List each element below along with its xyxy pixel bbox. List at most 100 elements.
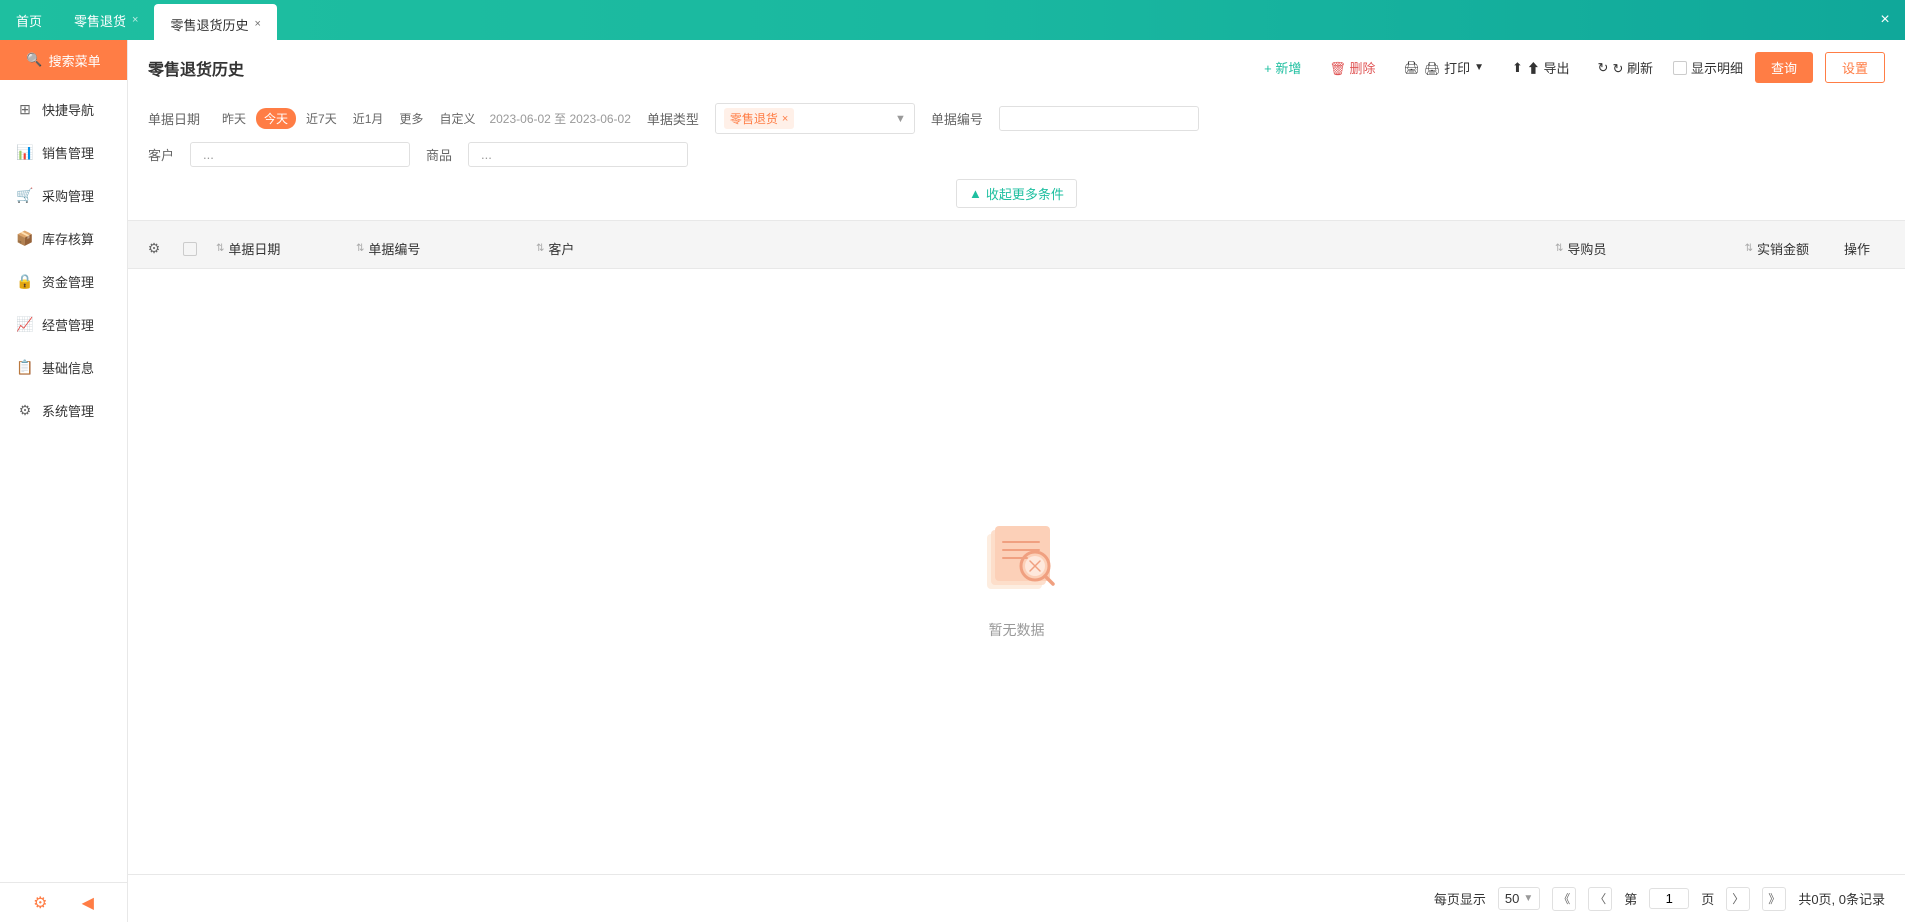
prev-page-button[interactable]: 〈	[1588, 887, 1612, 911]
filter-row-2: 客户 ... 商品 ...	[148, 142, 1885, 167]
sidebar: 🔍 搜索菜单 ⊞ 快捷导航 📊 销售管理 🛒 采购管理 📦 库存核算 🔒	[0, 40, 128, 922]
tab-retail-return[interactable]: 零售退货 ×	[58, 0, 154, 40]
search-icon: 🔍	[26, 52, 42, 68]
top-bar: 首页 零售退货 × 零售退货历史 × ×	[0, 0, 1905, 40]
sort-icon-customer: ⇅	[536, 243, 544, 254]
sidebar-item-finance-label: 资金管理	[42, 272, 94, 291]
sidebar-search-label: 搜索菜单	[49, 51, 101, 70]
th-docnum[interactable]: ⇅ 单据编号	[348, 239, 528, 258]
sidebar-item-purchase-mgmt[interactable]: 🛒 采购管理	[0, 174, 127, 217]
sidebar-item-purchase-mgmt-label: 采购管理	[42, 186, 94, 205]
type-tag-close[interactable]: ×	[782, 113, 788, 125]
main-layout: 🔍 搜索菜单 ⊞ 快捷导航 📊 销售管理 🛒 采购管理 📦 库存核算 🔒	[0, 40, 1905, 922]
show-detail-wrap: 显示明细	[1673, 58, 1743, 77]
table-select-all[interactable]	[172, 242, 208, 256]
settings-bottom-icon[interactable]: ⚙	[33, 893, 47, 913]
print-dropdown-icon: ▼	[1474, 62, 1484, 73]
per-page-label: 每页显示	[1434, 889, 1486, 908]
type-filter-select[interactable]: 零售退货 × ▼	[715, 103, 915, 134]
finance-icon: 🔒	[16, 273, 34, 291]
tab-retail-return-close[interactable]: ×	[132, 14, 138, 26]
page-unit: 页	[1701, 889, 1714, 908]
th-guide[interactable]: ⇅ 导购员	[1547, 239, 1697, 258]
th-docnum-label: 单据编号	[368, 239, 420, 258]
page-header: 零售退货历史 + 新增 🗑 删除 🖨 🖨 打印 ▼ ⬆ ⬆ 导出 ↻	[128, 40, 1905, 221]
date-btn-1month[interactable]: 近1月	[347, 108, 390, 129]
date-btn-custom[interactable]: 自定义	[433, 108, 481, 129]
print-icon: 🖨	[1403, 60, 1420, 76]
delete-button[interactable]: 🗑 删除	[1321, 54, 1383, 81]
table-settings-icon[interactable]: ⚙	[136, 240, 172, 257]
page-number-input[interactable]	[1649, 888, 1689, 909]
print-label: 🖨 打印	[1424, 58, 1470, 77]
date-btn-more[interactable]: 更多	[393, 108, 429, 129]
sidebar-item-system-mgmt-label: 系统管理	[42, 401, 94, 420]
date-btn-yesterday[interactable]: 昨天	[216, 108, 252, 129]
sidebar-item-operations[interactable]: 📈 经营管理	[0, 303, 127, 346]
collapse-label: 收起更多条件	[986, 184, 1064, 203]
refresh-label: ↻ 刷新	[1612, 58, 1653, 77]
per-page-select[interactable]: 50 ▼	[1498, 887, 1540, 910]
collapse-sidebar-icon[interactable]: ◀	[82, 893, 94, 913]
sidebar-item-basic-info-label: 基础信息	[42, 358, 94, 377]
date-range-display: 2023-06-02 至 2023-06-02	[489, 110, 630, 127]
tab-retail-return-history-close[interactable]: ×	[254, 18, 260, 30]
collapse-button[interactable]: ▲ 收起更多条件	[956, 179, 1077, 208]
settings-button[interactable]: 设置	[1825, 52, 1885, 83]
export-button[interactable]: ⬆ ⬆ 导出	[1504, 54, 1578, 81]
sidebar-item-system-mgmt[interactable]: ⚙ 系统管理	[0, 389, 127, 432]
refresh-button[interactable]: ↻ ↻ 刷新	[1590, 54, 1661, 81]
first-page-button[interactable]: 《	[1552, 887, 1576, 911]
sidebar-item-sales-mgmt-label: 销售管理	[42, 143, 94, 162]
tab-retail-return-history[interactable]: 零售退货历史 ×	[154, 4, 276, 44]
new-button[interactable]: + 新增	[1256, 54, 1309, 81]
sidebar-item-finance[interactable]: 🔒 资金管理	[0, 260, 127, 303]
type-filter-label: 单据类型	[647, 109, 699, 128]
sidebar-item-sales-mgmt[interactable]: 📊 销售管理	[0, 131, 127, 174]
tab-home-label: 首页	[16, 11, 42, 30]
th-action-label: 操作	[1844, 239, 1870, 258]
th-date[interactable]: ⇅ 单据日期	[208, 239, 348, 258]
query-button[interactable]: 查询	[1755, 52, 1813, 83]
goods-filter-select[interactable]: ...	[468, 142, 688, 167]
last-page-button[interactable]: 》	[1762, 887, 1786, 911]
customer-filter-select[interactable]: ...	[190, 142, 410, 167]
print-button[interactable]: 🖨 🖨 打印 ▼	[1395, 54, 1492, 81]
page-title-bar: 零售退货历史 + 新增 🗑 删除 🖨 🖨 打印 ▼ ⬆ ⬆ 导出 ↻	[148, 52, 1885, 83]
sidebar-item-basic-info[interactable]: 📋 基础信息	[0, 346, 127, 389]
goods-ellipsis: ...	[477, 147, 496, 162]
th-amount-label: 实销金额	[1757, 239, 1809, 258]
basic-info-icon: 📋	[16, 359, 34, 377]
inventory-icon: 📦	[16, 230, 34, 248]
next-page-button[interactable]: 〉	[1726, 887, 1750, 911]
th-amount[interactable]: ⇅ 实销金额	[1697, 239, 1817, 258]
sales-mgmt-icon: 📊	[16, 144, 34, 162]
collapse-icon: ▲	[969, 186, 982, 201]
per-page-arrow-icon: ▼	[1523, 893, 1533, 904]
type-tag-label: 零售退货	[730, 110, 778, 127]
sort-icon-date: ⇅	[216, 243, 224, 254]
purchase-mgmt-icon: 🛒	[16, 187, 34, 205]
docnum-filter-input[interactable]	[999, 106, 1199, 131]
goods-filter-label: 商品	[426, 145, 452, 164]
refresh-icon: ↻	[1598, 60, 1609, 76]
select-all-checkbox[interactable]	[183, 242, 197, 256]
sidebar-item-inventory[interactable]: 📦 库存核算	[0, 217, 127, 260]
type-select-arrow-icon: ▼	[895, 113, 906, 125]
sidebar-item-quick-nav[interactable]: ⊞ 快捷导航	[0, 88, 127, 131]
show-detail-checkbox[interactable]	[1673, 61, 1687, 75]
date-filter-label: 单据日期	[148, 109, 200, 128]
th-customer[interactable]: ⇅ 客户	[528, 239, 1547, 258]
show-detail-label: 显示明细	[1691, 58, 1743, 77]
window-close-button[interactable]: ×	[1865, 0, 1905, 40]
tab-home[interactable]: 首页	[0, 0, 58, 40]
sidebar-item-inventory-label: 库存核算	[42, 229, 94, 248]
empty-illustration	[967, 504, 1067, 604]
date-btn-7days[interactable]: 近7天	[300, 108, 343, 129]
customer-ellipsis: ...	[199, 147, 218, 162]
table-header: ⚙ ⇅ 单据日期 ⇅ 单据编号 ⇅ 客户 ⇅ 导购员	[128, 229, 1905, 269]
empty-state: 暂无数据	[128, 269, 1905, 874]
date-btn-today[interactable]: 今天	[256, 108, 296, 129]
sidebar-search[interactable]: 🔍 搜索菜单	[0, 40, 127, 80]
export-icon: ⬆	[1512, 60, 1523, 76]
